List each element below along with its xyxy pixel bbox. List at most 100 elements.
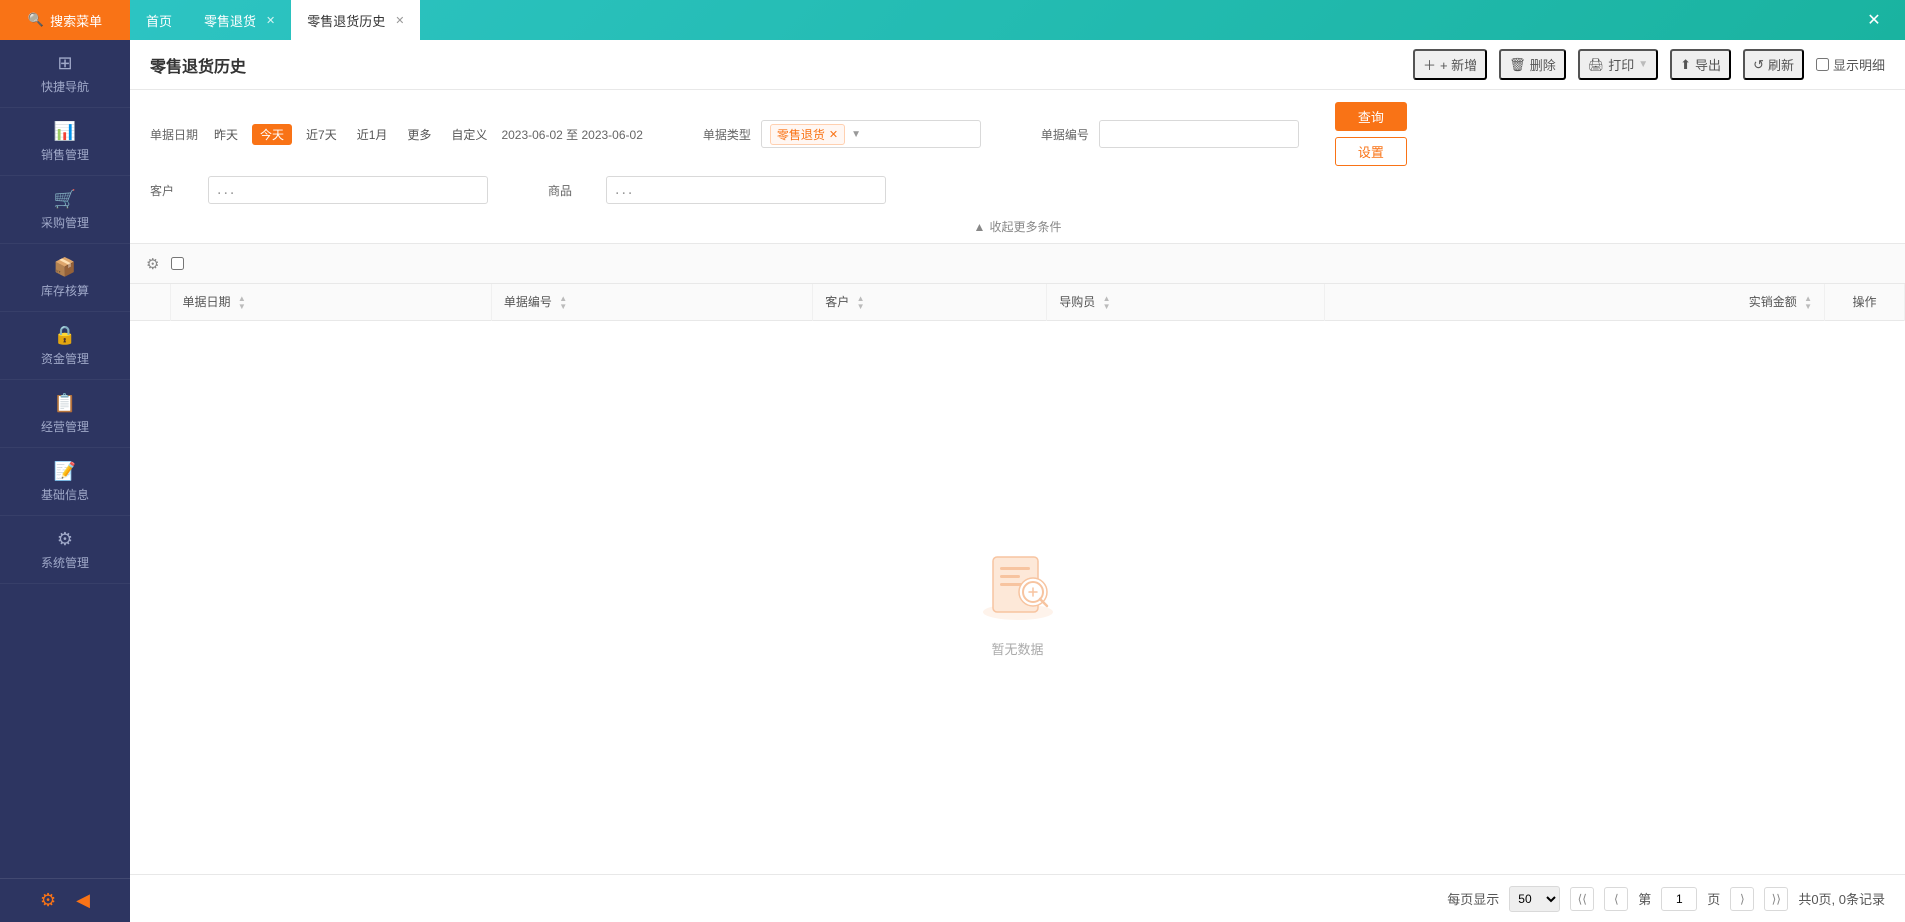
next-page-btn[interactable]: ⟩ <box>1730 887 1754 911</box>
goods-input[interactable]: ... <box>606 176 886 204</box>
th-customer[interactable]: 客户 ▲▼ <box>813 284 1047 320</box>
date-filter-label: 单据日期 <box>150 126 200 143</box>
collapse-bar[interactable]: ▲ 收起更多条件 <box>150 214 1885 235</box>
sidebar-item-quick-nav[interactable]: ⊞ 快捷导航 <box>0 40 130 108</box>
table-wrapper: ⚙ 单据日期 ▲▼ 单据编号 ▲▼ <box>130 244 1905 874</box>
show-detail-checkbox[interactable] <box>1816 58 1829 71</box>
doc-type-input[interactable]: 零售退货 ✕ ▼ <box>761 120 981 148</box>
sidebar-item-sales-mgmt[interactable]: 📊 销售管理 <box>0 108 130 176</box>
show-detail-check[interactable]: 显示明细 <box>1816 55 1885 74</box>
doc-type-filter: 单据类型 零售退货 ✕ ▼ <box>703 120 981 148</box>
tab-close-retail-return[interactable]: ✕ <box>266 14 275 27</box>
th-doc-number[interactable]: 单据编号 ▲▼ <box>491 284 812 320</box>
print-button[interactable]: 🖨 打印 ▼ <box>1578 49 1658 80</box>
date-btn-yesterday[interactable]: 昨天 <box>208 124 244 145</box>
plus-icon: ＋ <box>1423 55 1436 74</box>
grid-icon: ⊞ <box>57 53 72 74</box>
sort-icon-doc-number: ▲▼ <box>559 295 567 311</box>
tab-retail-return-history[interactable]: 零售退货历史 ✕ <box>291 0 420 40</box>
goods-filter: 商品 ... <box>548 176 886 204</box>
box-icon: 📦 <box>54 257 76 278</box>
sidebar-item-finance-mgmt[interactable]: 🔒 资金管理 <box>0 312 130 380</box>
doc-type-dropdown-arrow: ▼ <box>851 129 861 140</box>
page-unit: 页 <box>1707 889 1720 908</box>
total-records: 共0页, 0条记录 <box>1798 889 1885 908</box>
customer-input[interactable]: ... <box>208 176 488 204</box>
gear-icon: ⚙ <box>57 529 73 550</box>
date-btn-7days[interactable]: 近7天 <box>300 124 343 145</box>
th-guide[interactable]: 导购员 ▲▼ <box>1047 284 1325 320</box>
sort-icon-customer: ▲▼ <box>857 295 865 311</box>
settings-button[interactable]: 设置 <box>1335 137 1407 166</box>
goods-dots: ... <box>615 181 634 199</box>
page-input[interactable]: 1 <box>1661 887 1697 911</box>
date-filter: 单据日期 昨天 今天 近7天 近1月 更多 自定义 2023-06-02 至 2… <box>150 124 643 145</box>
th-doc-date[interactable]: 单据日期 ▲▼ <box>170 284 491 320</box>
query-settings-group: 查询 设置 <box>1335 102 1407 166</box>
export-icon: ⬆ <box>1680 57 1691 73</box>
th-checkbox <box>130 284 170 320</box>
select-all-checkbox[interactable] <box>171 257 184 270</box>
empty-state: 暂无数据 <box>130 321 1905 874</box>
table-header-row: 单据日期 ▲▼ 单据编号 ▲▼ 客户 ▲▼ 导购员 <box>130 284 1905 320</box>
header-actions: ＋ + 新增 🗑 删除 🖨 打印 ▼ ⬆ 导出 ↺ <box>1413 49 1885 80</box>
export-button[interactable]: ⬆ 导出 <box>1670 49 1731 80</box>
last-page-btn[interactable]: ⟩⟩ <box>1764 887 1788 911</box>
date-btn-custom[interactable]: 自定义 <box>445 124 493 145</box>
page-size-select[interactable]: 20 50 100 <box>1509 886 1560 912</box>
sidebar-item-purchase-mgmt[interactable]: 🛒 采购管理 <box>0 176 130 244</box>
collapse-icon[interactable]: ◀ <box>76 890 90 911</box>
page-title: 零售退货历史 <box>150 53 246 77</box>
sidebar-item-operations-mgmt[interactable]: 📋 经营管理 <box>0 380 130 448</box>
sidebar: ⊞ 快捷导航 📊 销售管理 🛒 采购管理 📦 库存核算 🔒 资金管理 📋 经营管… <box>0 40 130 922</box>
page-size-label: 每页显示 <box>1447 889 1499 908</box>
doc-type-tag: 零售退货 ✕ <box>770 124 845 145</box>
sort-icon-doc-date: ▲▼ <box>238 295 246 311</box>
page-label: 第 <box>1638 889 1651 908</box>
filter-area: 单据日期 昨天 今天 近7天 近1月 更多 自定义 2023-06-02 至 2… <box>130 90 1905 244</box>
date-btn-today[interactable]: 今天 <box>252 124 292 145</box>
th-amount[interactable]: 实销金额 ▲▼ <box>1325 284 1825 320</box>
new-button[interactable]: ＋ + 新增 <box>1413 49 1487 80</box>
chart-icon: 📊 <box>54 121 76 142</box>
settings-icon[interactable]: ⚙ <box>40 890 56 911</box>
goods-label: 商品 <box>548 182 598 199</box>
search-menu-btn[interactable]: 🔍 搜索菜单 <box>0 0 130 40</box>
window-close-btn[interactable]: ✕ <box>1859 5 1889 35</box>
refresh-button[interactable]: ↺ 刷新 <box>1743 49 1804 80</box>
doc-number-input[interactable] <box>1099 120 1299 148</box>
sidebar-item-system-mgmt[interactable]: ⚙ 系统管理 <box>0 516 130 584</box>
print-icon: 🖨 <box>1588 57 1605 73</box>
sidebar-item-inventory-check[interactable]: 📦 库存核算 <box>0 244 130 312</box>
collapse-up-icon: ▲ <box>974 220 986 234</box>
tab-close-retail-return-history[interactable]: ✕ <box>395 14 404 27</box>
th-actions: 操作 <box>1825 284 1905 320</box>
table-toolbar: ⚙ <box>130 244 1905 284</box>
sidebar-item-basic-info[interactable]: 📝 基础信息 <box>0 448 130 516</box>
table-settings-icon[interactable]: ⚙ <box>146 255 159 273</box>
customer-filter: 客户 ... <box>150 176 488 204</box>
doc-type-tag-remove[interactable]: ✕ <box>829 128 838 141</box>
date-range-text: 2023-06-02 至 2023-06-02 <box>501 126 642 143</box>
delete-button[interactable]: 🗑 删除 <box>1499 49 1566 80</box>
date-options: 昨天 今天 近7天 近1月 更多 自定义 <box>208 124 493 145</box>
doc-number-label: 单据编号 <box>1041 126 1091 143</box>
search-icon: 🔍 <box>28 12 44 28</box>
query-button[interactable]: 查询 <box>1335 102 1407 131</box>
print-dropdown-icon: ▼ <box>1638 59 1648 70</box>
customer-label: 客户 <box>150 182 200 199</box>
tab-bar: 首页 零售退货 ✕ 零售退货历史 ✕ <box>130 0 1859 40</box>
sort-icon-amount: ▲▼ <box>1804 295 1812 311</box>
tab-retail-return[interactable]: 零售退货 ✕ <box>188 0 291 40</box>
doc-number-filter: 单据编号 <box>1041 120 1299 148</box>
date-btn-1month[interactable]: 近1月 <box>351 124 394 145</box>
doc-icon: 📝 <box>54 461 76 482</box>
date-btn-more[interactable]: 更多 <box>401 124 437 145</box>
lock-icon: 🔒 <box>54 325 76 346</box>
prev-page-btn[interactable]: ⟨ <box>1604 887 1628 911</box>
first-page-btn[interactable]: ⟨⟨ <box>1570 887 1594 911</box>
collapse-label: 收起更多条件 <box>989 218 1061 235</box>
tab-home[interactable]: 首页 <box>130 0 188 40</box>
doc-type-label: 单据类型 <box>703 126 753 143</box>
content-area: 零售退货历史 ＋ + 新增 🗑 删除 🖨 打印 ▼ ⬆ 导出 <box>130 40 1905 922</box>
